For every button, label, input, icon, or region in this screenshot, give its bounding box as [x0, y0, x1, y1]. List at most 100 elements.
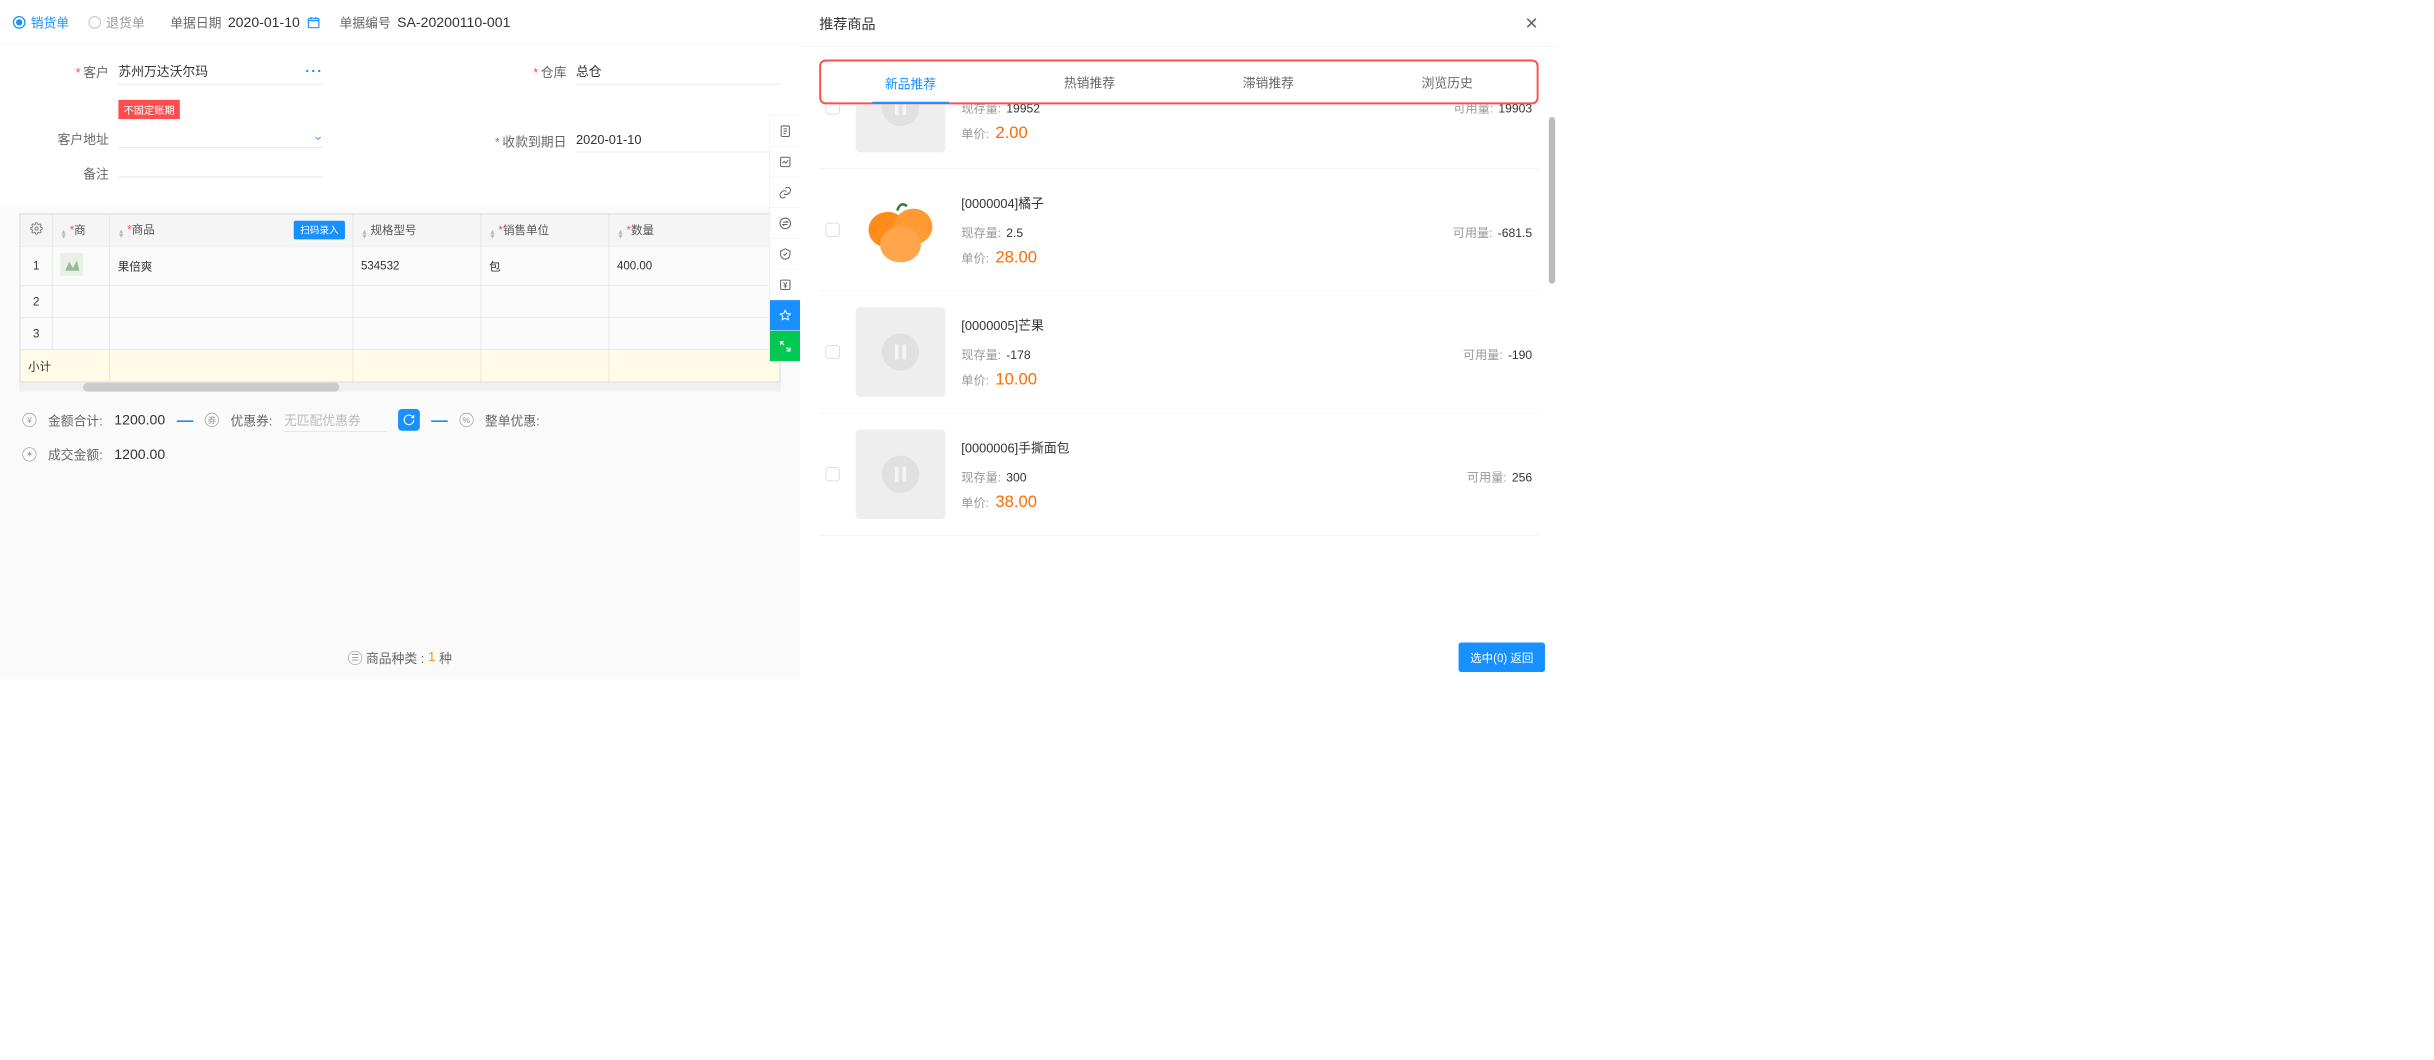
- customer-more-icon[interactable]: ···: [305, 62, 323, 79]
- yen-icon: ¥: [22, 413, 36, 427]
- col-qty[interactable]: 数量: [631, 224, 654, 237]
- col-product[interactable]: 商品: [132, 223, 155, 236]
- kinds-value: 1: [428, 650, 435, 665]
- item-name: [0000005]芒果: [961, 315, 1532, 334]
- item-thumb: [856, 429, 946, 519]
- recommend-panel-title: 推荐商品: [819, 13, 875, 33]
- doc-no-label: 单据编号: [340, 13, 391, 32]
- deal-label: 成交金额:: [48, 445, 103, 464]
- chevron-down-icon[interactable]: [313, 133, 323, 143]
- item-price: 10.00: [995, 369, 1037, 388]
- tool-shield[interactable]: [770, 239, 800, 270]
- remark-label: 备注: [83, 168, 109, 182]
- tab-sales-label: 销货单: [31, 13, 69, 32]
- kinds-label: 商品种类 :: [366, 648, 424, 667]
- tool-star[interactable]: [770, 300, 800, 331]
- kinds-unit: 种: [439, 648, 452, 667]
- warehouse-label: 仓库: [541, 66, 567, 80]
- table-row[interactable]: 3: [20, 318, 780, 350]
- side-toolbar: [769, 115, 800, 362]
- deal-value: 1200.00: [114, 446, 165, 463]
- customer-label: 客户: [83, 66, 109, 80]
- tool-currency[interactable]: [770, 269, 800, 300]
- item-price: 2.00: [995, 123, 1027, 142]
- coupon-refresh-button[interactable]: [398, 409, 420, 431]
- item-checkbox[interactable]: [826, 345, 840, 359]
- tab-sales-order[interactable]: 销货单: [13, 13, 69, 32]
- warehouse-value: 总仓: [576, 61, 602, 80]
- row-thumb: [52, 246, 110, 286]
- refresh-icon: [402, 413, 415, 426]
- tab-return-label: 退货单: [106, 13, 144, 32]
- tool-chart[interactable]: [770, 147, 800, 178]
- item-price: 38.00: [995, 491, 1037, 510]
- row-unit[interactable]: 包: [481, 246, 609, 286]
- table-row[interactable]: 2: [20, 286, 780, 318]
- item-name: [0000004]橘子: [961, 193, 1532, 212]
- item-stock: 300: [1006, 471, 1026, 484]
- list-v-scrollbar[interactable]: [1549, 117, 1555, 283]
- row-product-name[interactable]: 果倍爽: [110, 246, 353, 286]
- item-name: [0000006]手撕面包: [961, 437, 1532, 456]
- item-avail: -190: [1508, 348, 1532, 361]
- coupon-input[interactable]: 无匹配优惠券: [284, 408, 386, 432]
- minus-icon: —: [177, 410, 194, 430]
- coupon-label: 优惠券:: [230, 411, 272, 430]
- item-checkbox[interactable]: [826, 104, 840, 114]
- calendar-icon[interactable]: [306, 15, 320, 29]
- doc-date-label: 单据日期: [170, 13, 221, 32]
- list-item[interactable]: [0000006]手撕面包 现存量:300 可用量:256 单价:38.00: [819, 413, 1538, 535]
- duedate-input[interactable]: 2020-01-10: [576, 129, 781, 152]
- table-h-scrollbar[interactable]: [19, 383, 781, 392]
- discount-icon: %: [459, 413, 473, 427]
- col-spec[interactable]: 规格型号: [370, 224, 416, 237]
- selected-return-button[interactable]: 选中(0) 返回: [1459, 643, 1545, 672]
- remark-input[interactable]: [118, 169, 323, 177]
- gear-icon: [30, 222, 43, 235]
- doc-type-tabs: 销货单 退货单 单据日期 2020-01-10 单据编号 SA-20200110…: [0, 0, 800, 45]
- table-row[interactable]: 1 果倍爽 534532 包 400.00: [20, 246, 780, 286]
- duedate-value: 2020-01-10: [576, 133, 641, 148]
- row-qty[interactable]: 400.00: [609, 246, 780, 286]
- close-icon[interactable]: ✕: [1525, 13, 1539, 33]
- tab-return-order[interactable]: 退货单: [88, 13, 144, 32]
- tab-slow[interactable]: 滞销推荐: [1230, 61, 1307, 102]
- list-item[interactable]: [0000004]橘子 现存量:2.5 可用量:-681.5 单价:28.00: [819, 169, 1538, 291]
- tool-link[interactable]: [770, 177, 800, 208]
- tool-expand[interactable]: [770, 331, 800, 362]
- items-table: ▲▼*商 ▲▼*商品 扫码录入 ▲▼规格型号 ▲▼*销售单位 ▲▼*数量 1 果…: [19, 213, 781, 383]
- row-spec[interactable]: 534532: [353, 246, 481, 286]
- recommend-list[interactable]: 250ml 现存量:19952 可用量:19903 单价:2.00 [00000…: [800, 104, 1558, 678]
- table-settings-button[interactable]: [20, 214, 52, 246]
- address-label: 客户地址: [58, 133, 109, 147]
- item-thumb: [856, 185, 946, 275]
- scan-input-button[interactable]: 扫码录入: [294, 221, 345, 240]
- tab-history[interactable]: 浏览历史: [1409, 61, 1486, 102]
- col-image[interactable]: 商: [74, 224, 86, 237]
- item-avail: -681.5: [1498, 226, 1532, 239]
- recommend-tabs: 新品推荐 热销推荐 滞销推荐 浏览历史: [819, 60, 1538, 105]
- deal-icon: ✶: [22, 447, 36, 461]
- tab-new[interactable]: 新品推荐: [872, 62, 949, 103]
- footer-summary: ☰ 商品种类 : 1 种: [0, 637, 800, 679]
- coupon-icon: 券: [205, 413, 219, 427]
- item-checkbox[interactable]: [826, 467, 840, 481]
- tool-swap[interactable]: [770, 208, 800, 239]
- item-stock: 19952: [1006, 104, 1040, 115]
- col-unit[interactable]: 销售单位: [503, 224, 549, 237]
- list-item[interactable]: [0000005]芒果 现存量:-178 可用量:-190 单价:10.00: [819, 291, 1538, 413]
- warehouse-input[interactable]: 总仓: [576, 58, 781, 85]
- item-checkbox[interactable]: [826, 223, 840, 237]
- payment-term-badge: 不固定账期: [118, 100, 179, 119]
- tool-notes[interactable]: [770, 116, 800, 147]
- duedate-label: 收款到期日: [502, 135, 566, 149]
- list-item[interactable]: 250ml 现存量:19952 可用量:19903 单价:2.00: [819, 104, 1538, 169]
- item-avail: 256: [1512, 471, 1532, 484]
- customer-input[interactable]: 苏州万达沃尔玛 ···: [118, 58, 323, 85]
- minus-icon: —: [431, 410, 448, 430]
- tab-hot[interactable]: 热销推荐: [1051, 61, 1128, 102]
- doc-date-value[interactable]: 2020-01-10: [228, 14, 300, 31]
- address-input[interactable]: [118, 129, 323, 148]
- kinds-icon: ☰: [348, 651, 362, 665]
- doc-no-value: SA-20200110-001: [397, 14, 510, 31]
